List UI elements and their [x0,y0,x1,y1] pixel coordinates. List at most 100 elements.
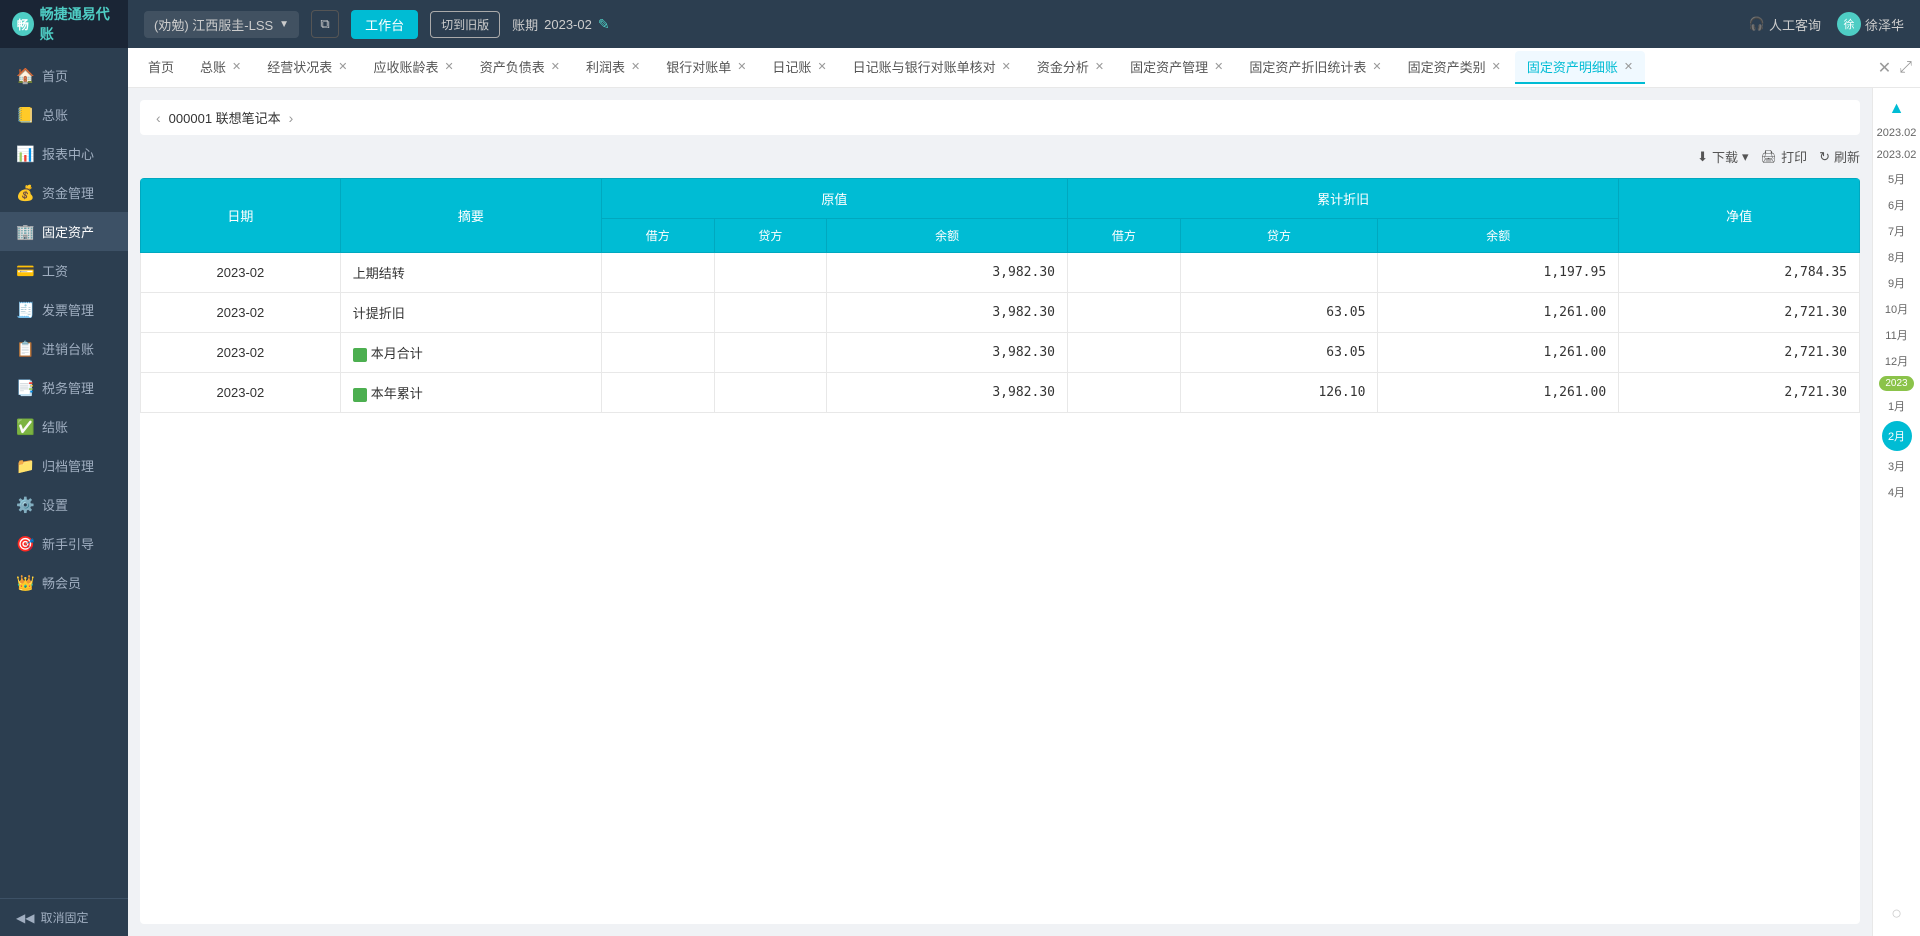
timeline-period-2[interactable]: 2023.02 [1873,144,1920,166]
tab-general-label: 总账 [200,57,226,76]
tab-journal-bank-close[interactable]: ✕ [1002,60,1011,73]
tab-fixed-deprec-label: 固定资产折旧统计表 [1249,57,1366,76]
cell-orig-balance: 3,982.30 [827,293,1068,333]
tab-fixed-mgmt-close[interactable]: ✕ [1214,60,1223,73]
tab-expand-button[interactable]: ⤢ [1899,59,1912,77]
tab-fund-close[interactable]: ✕ [1095,60,1104,73]
timeline: ▲ 2023.02 2023.02 5月 6月 7月 8月 9月 10月 11月… [1872,88,1920,936]
sidebar-item-guide[interactable]: 🎯 新手引导 [0,524,128,563]
tab-bank-close[interactable]: ✕ [737,60,746,73]
timeline-month-4[interactable]: 4月 [1873,479,1920,505]
tab-receivable[interactable]: 应收账龄表 ✕ [361,51,465,84]
sidebar-item-archive[interactable]: 📁 归档管理 [0,446,128,485]
tab-profit-close[interactable]: ✕ [631,60,640,73]
breadcrumb-next[interactable]: › [289,110,294,126]
breadcrumb-item: 000001 联想笔记本 [169,108,281,127]
sidebar-item-home[interactable]: 🏠 首页 [0,56,128,95]
toolbar: ⬇ 下载 ▾ 🖨 打印 ↻ 刷新 [140,143,1860,170]
download-button[interactable]: ⬇ 下载 ▾ [1697,147,1748,166]
fund-icon: 💰 [16,184,34,202]
refresh-button[interactable]: ↻ 刷新 [1819,147,1860,166]
copy-button[interactable]: ⧉ [311,10,339,38]
company-selector[interactable]: (劝勉) 江西服圭-LSS ▼ [144,11,299,38]
tab-receivable-close[interactable]: ✕ [445,60,454,73]
sidebar-item-label: 设置 [42,495,68,514]
tab-fund[interactable]: 资金分析 ✕ [1025,51,1116,84]
cell-date: 2023-02 [141,333,341,373]
timeline-month-3[interactable]: 3月 [1873,453,1920,479]
tab-fixed-detail[interactable]: 固定资产明细账 ✕ [1515,51,1645,84]
refresh-icon: ↻ [1819,149,1830,165]
tab-journal-close[interactable]: ✕ [817,60,826,73]
col-net: 净值 [1619,179,1860,253]
cell-date: 2023-02 [141,373,341,413]
cell-dep-credit [1180,253,1378,293]
timeline-month-8[interactable]: 8月 [1873,244,1920,270]
switch-old-version-button[interactable]: 切到旧版 [430,11,500,38]
sidebar-item-fixed[interactable]: 🏢 固定资产 [0,212,128,251]
tab-general[interactable]: 总账 ✕ [188,51,253,84]
tab-journal-bank[interactable]: 日记账与银行对账单核对 ✕ [841,51,1023,84]
tab-fixed-type-close[interactable]: ✕ [1492,60,1501,73]
tab-fixed-mgmt[interactable]: 固定资产管理 ✕ [1118,51,1235,84]
sidebar-item-label: 首页 [42,66,68,85]
tab-home[interactable]: 首页 [136,51,186,84]
sidebar-item-settings[interactable]: ⚙️ 设置 [0,485,128,524]
tab-bank[interactable]: 银行对账单 ✕ [654,51,758,84]
tab-bank-label: 银行对账单 [666,57,731,76]
tab-business[interactable]: 经营状况表 ✕ [255,51,359,84]
timeline-month-1[interactable]: 1月 [1873,393,1920,419]
workbench-button[interactable]: 工作台 [351,10,418,39]
refresh-label: 刷新 [1834,147,1860,166]
fixed-icon: 🏢 [16,223,34,241]
tab-general-close[interactable]: ✕ [232,60,241,73]
user-menu[interactable]: 徐 徐泽华 [1837,12,1904,36]
customer-service-button[interactable]: 🎧 人工客询 [1749,15,1821,34]
tab-assets[interactable]: 资产负债表 ✕ [468,51,572,84]
timeline-month-10[interactable]: 10月 [1873,296,1920,322]
cell-desc: 本年累计 [340,373,601,413]
tab-fixed-deprec-close[interactable]: ✕ [1372,60,1381,73]
print-button[interactable]: 🖨 打印 [1761,147,1808,166]
timeline-month-6[interactable]: 6月 [1873,192,1920,218]
tab-fixed-mgmt-label: 固定资产管理 [1130,57,1208,76]
sidebar-item-general[interactable]: 📒 总账 [0,95,128,134]
sidebar-item-sales[interactable]: 📋 进销台账 [0,329,128,368]
tab-journal[interactable]: 日记账 ✕ [760,51,838,84]
sidebar-item-tax[interactable]: 📑 税务管理 [0,368,128,407]
sidebar-item-fund[interactable]: 💰 资金管理 [0,173,128,212]
user-name: 徐泽华 [1865,15,1904,34]
sidebar-item-label: 新手引导 [42,534,94,553]
period-edit-icon[interactable]: ✎ [598,16,610,33]
timeline-month-7[interactable]: 7月 [1873,218,1920,244]
timeline-year-2023[interactable]: 2023 [1879,376,1913,391]
cell-orig-debit [601,293,714,333]
table-row: 2023-02 本年累计 3,982.30 126.10 1,261.00 2,… [141,373,1860,413]
content-area: ‹ 000001 联想笔记本 › ⬇ 下载 ▾ 🖨 打印 ↻ 刷新 [128,88,1920,936]
tab-fixed-deprec[interactable]: 固定资产折旧统计表 ✕ [1237,51,1393,84]
tab-profit[interactable]: 利润表 ✕ [574,51,652,84]
tab-assets-close[interactable]: ✕ [551,60,560,73]
timeline-period-1[interactable]: 2023.02 [1873,122,1920,144]
timeline-month-5[interactable]: 5月 [1873,166,1920,192]
tab-fixed-detail-close[interactable]: ✕ [1624,60,1633,73]
tab-fixed-type[interactable]: 固定资产类别 ✕ [1396,51,1513,84]
timeline-month-9[interactable]: 9月 [1873,270,1920,296]
sidebar-item-label: 结账 [42,417,68,436]
timeline-month-2-active[interactable]: 2月 [1882,421,1912,451]
sidebar-item-settle[interactable]: ✅ 结账 [0,407,128,446]
tab-close-all-button[interactable]: ✕ [1878,58,1891,78]
tab-business-close[interactable]: ✕ [338,60,347,73]
timeline-scroll-up[interactable]: ▲ [1885,96,1909,122]
sidebar-item-salary[interactable]: 💳 工资 [0,251,128,290]
sidebar-item-label: 畅会员 [42,573,81,592]
sidebar-item-reports[interactable]: 📊 报表中心 [0,134,128,173]
timeline-bottom-icon[interactable]: ○ [1887,899,1906,928]
sidebar-item-member[interactable]: 👑 畅会员 [0,563,128,602]
timeline-month-11[interactable]: 11月 [1873,322,1920,348]
sidebar-item-invoice[interactable]: 🧾 发票管理 [0,290,128,329]
breadcrumb-prev[interactable]: ‹ [156,110,161,126]
tax-icon: 📑 [16,379,34,397]
timeline-month-12[interactable]: 12月 [1873,348,1920,374]
sidebar-unpin[interactable]: ◀◀ 取消固定 [0,898,128,936]
